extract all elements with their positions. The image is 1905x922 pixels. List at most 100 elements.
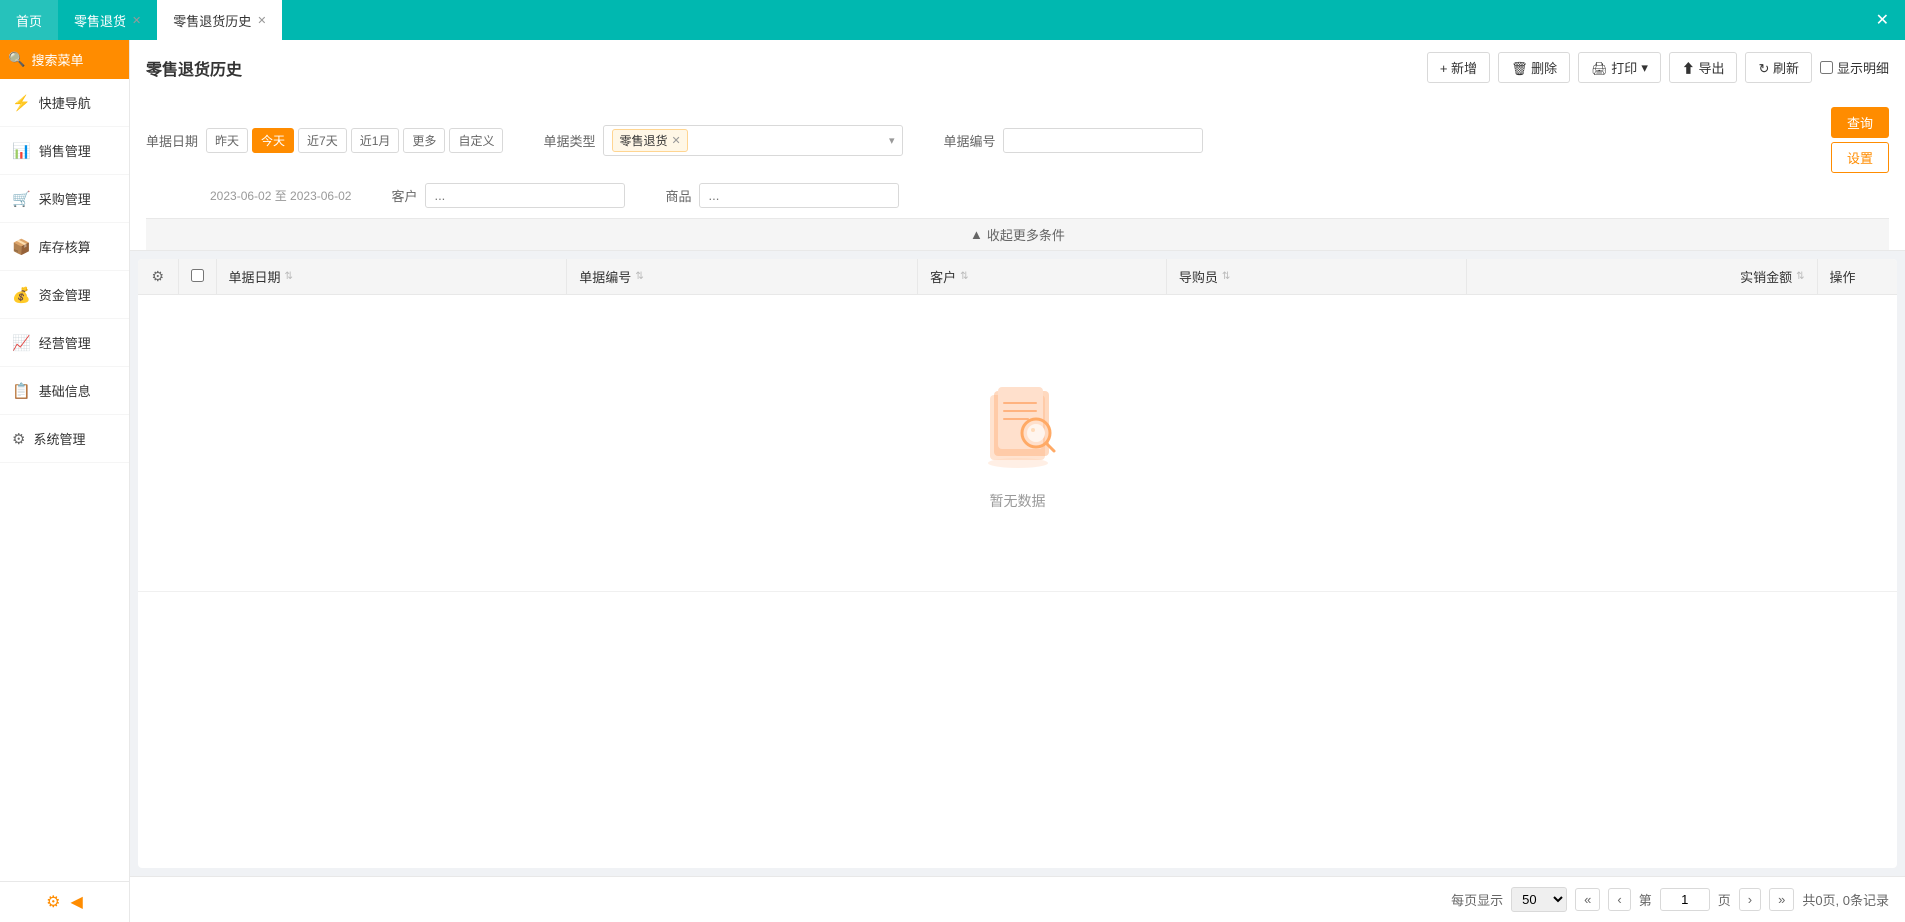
table-area: ⚙ 单据日期 ⇅ 单据编号 — [138, 259, 1897, 868]
system-icon: ⚙ — [12, 430, 25, 448]
table-body: 暂无数据 — [138, 295, 1897, 592]
amount-sort-icon: ⇅ — [1796, 271, 1804, 282]
sidebar-item-quick-nav[interactable]: ⚡ 快捷导航 — [0, 79, 129, 127]
number-sort-icon: ⇅ — [635, 271, 643, 282]
prev-page-button[interactable]: ‹ — [1608, 888, 1630, 911]
th-date-label: 单据日期 — [229, 267, 281, 286]
sidebar-item-system[interactable]: ⚙ 系统管理 — [0, 415, 129, 463]
th-actions: 操作 — [1817, 259, 1897, 295]
filter-area: 单据日期 昨天 今天 近7天 近1月 更多 自定义 单据类型 — [146, 95, 1889, 250]
type-tag: 零售退货 ✕ — [612, 129, 687, 152]
sidebar-item-quick-nav-label: 快捷导航 — [39, 93, 91, 112]
tab-retail-return[interactable]: 零售退货 ✕ — [58, 0, 157, 40]
new-button-label: + 新增 — [1440, 58, 1477, 77]
show-detail-checkbox[interactable] — [1820, 61, 1833, 74]
window-close-button[interactable]: ✕ — [1876, 10, 1905, 30]
sidebar-bottom: ⚙ ◀ — [0, 881, 129, 922]
page-number-input[interactable] — [1660, 888, 1710, 911]
print-button[interactable]: 🖨 打印 ▾ — [1578, 52, 1661, 83]
goods-filter-input[interactable] — [699, 183, 899, 208]
sidebar: 🔍 搜索菜单 ⚡ 快捷导航 📊 销售管理 🛒 采购管理 📦 库存核算 💰 资金管… — [0, 40, 130, 922]
th-number-sort[interactable]: 单据编号 ⇅ — [579, 267, 905, 286]
tab-retail-return-history[interactable]: 零售退货历史 ✕ — [157, 0, 282, 40]
page-title-row: 零售退货历史 + 新增 🗑 删除 🖨 打印 ▾ ⬆ 导出 — [146, 52, 1889, 83]
sidebar-item-basic-info[interactable]: 📋 基础信息 — [0, 367, 129, 415]
pagination-bar: 每页显示 10 20 50 100 « ‹ 第 页 › » 共0页, 0条记录 — [130, 876, 1905, 922]
collapse-sidebar-icon[interactable]: ◀ — [71, 892, 83, 912]
th-customer: 客户 ⇅ — [918, 259, 1167, 295]
tab-home-label: 首页 — [16, 11, 42, 30]
sidebar-item-inventory[interactable]: 📦 库存核算 — [0, 223, 129, 271]
th-customer-sort[interactable]: 客户 ⇅ — [930, 267, 1154, 286]
empty-state: 暂无数据 — [138, 295, 1897, 591]
sidebar-search-label: 搜索菜单 — [31, 50, 83, 69]
content-area: 零售退货历史 + 新增 🗑 删除 🖨 打印 ▾ ⬆ 导出 — [130, 40, 1905, 922]
number-filter-item: 单据编号 — [943, 128, 1203, 153]
table-settings-icon[interactable]: ⚙ — [151, 268, 164, 284]
last-page-button[interactable]: » — [1769, 888, 1794, 911]
customer-filter-input[interactable] — [425, 183, 625, 208]
settings-button[interactable]: 设置 — [1831, 142, 1889, 173]
sidebar-search[interactable]: 🔍 搜索菜单 — [0, 40, 129, 79]
th-amount-sort[interactable]: 实销金额 ⇅ — [1479, 267, 1805, 286]
tab-retail-return-close[interactable]: ✕ — [132, 14, 141, 27]
next-page-button[interactable]: › — [1739, 888, 1761, 911]
delete-button-label: 🗑 删除 — [1511, 58, 1557, 77]
date-btn-yesterday[interactable]: 昨天 — [206, 128, 248, 153]
collapse-label: 收起更多条件 — [987, 225, 1065, 244]
new-button[interactable]: + 新增 — [1427, 52, 1490, 83]
type-select[interactable]: 零售退货 ✕ ▾ — [603, 125, 903, 156]
tab-retail-return-history-label: 零售退货历史 — [173, 11, 251, 30]
date-filter-label: 单据日期 — [146, 131, 198, 150]
th-amount-label: 实销金额 — [1740, 267, 1792, 286]
date-filter-item: 单据日期 昨天 今天 近7天 近1月 更多 自定义 — [146, 128, 503, 153]
first-page-button[interactable]: « — [1575, 888, 1600, 911]
finance-icon: 💰 — [12, 286, 31, 304]
th-date-sort[interactable]: 单据日期 ⇅ — [229, 267, 555, 286]
th-guide-label: 导购员 — [1179, 267, 1218, 286]
sales-icon: 📊 — [12, 142, 31, 160]
sidebar-item-finance[interactable]: 💰 资金管理 — [0, 271, 129, 319]
th-date: 单据日期 ⇅ — [216, 259, 567, 295]
show-detail-label: 显示明细 — [1837, 58, 1889, 77]
guide-sort-icon: ⇅ — [1222, 271, 1230, 282]
quick-nav-icon: ⚡ — [12, 94, 31, 112]
tab-retail-return-history-close[interactable]: ✕ — [257, 14, 266, 27]
select-all-checkbox[interactable] — [191, 269, 204, 282]
operations-icon: 📈 — [12, 334, 31, 352]
th-amount: 实销金额 ⇅ — [1466, 259, 1817, 295]
tab-home[interactable]: 首页 — [0, 0, 58, 40]
date-filter-btns: 昨天 今天 近7天 近1月 更多 自定义 — [206, 128, 503, 153]
sidebar-item-purchase[interactable]: 🛒 采购管理 — [0, 175, 129, 223]
empty-illustration — [968, 375, 1068, 475]
th-checkbox — [178, 259, 216, 295]
show-detail-checkbox-label[interactable]: 显示明细 — [1820, 58, 1889, 77]
customer-filter-item: 客户 — [391, 183, 625, 208]
sidebar-item-sales-label: 销售管理 — [39, 141, 91, 160]
date-range-text: 2023-06-02 至 2023-06-02 — [210, 187, 351, 204]
date-btn-more[interactable]: 更多 — [403, 128, 445, 153]
settings-bottom-icon[interactable]: ⚙ — [46, 892, 60, 912]
type-tag-remove[interactable]: ✕ — [671, 134, 680, 147]
query-button[interactable]: 查询 — [1831, 107, 1889, 138]
print-dropdown-icon: ▾ — [1641, 60, 1648, 76]
data-table: ⚙ 单据日期 ⇅ 单据编号 — [138, 259, 1897, 592]
export-button[interactable]: ⬆ 导出 — [1669, 52, 1738, 83]
number-filter-input[interactable] — [1003, 128, 1203, 153]
type-select-arrow: ▾ — [889, 134, 895, 147]
sidebar-item-operations[interactable]: 📈 经营管理 — [0, 319, 129, 367]
th-guide-sort[interactable]: 导购员 ⇅ — [1179, 267, 1454, 286]
sidebar-item-sales[interactable]: 📊 销售管理 — [0, 127, 129, 175]
customer-sort-icon: ⇅ — [960, 271, 968, 282]
collapse-filter-button[interactable]: ▲ 收起更多条件 — [146, 218, 1889, 250]
date-btn-7days[interactable]: 近7天 — [298, 128, 347, 153]
top-bar: 首页 零售退货 ✕ 零售退货历史 ✕ ✕ — [0, 0, 1905, 40]
header-actions: + 新增 🗑 删除 🖨 打印 ▾ ⬆ 导出 ↻ 刷新 — [1427, 52, 1889, 83]
date-btn-1month[interactable]: 近1月 — [351, 128, 400, 153]
main-layout: 🔍 搜索菜单 ⚡ 快捷导航 📊 销售管理 🛒 采购管理 📦 库存核算 💰 资金管… — [0, 40, 1905, 922]
per-page-select[interactable]: 10 20 50 100 — [1511, 887, 1567, 912]
date-btn-today[interactable]: 今天 — [252, 128, 294, 153]
delete-button[interactable]: 🗑 删除 — [1498, 52, 1570, 83]
refresh-button[interactable]: ↻ 刷新 — [1745, 52, 1812, 83]
date-btn-custom[interactable]: 自定义 — [449, 128, 503, 153]
